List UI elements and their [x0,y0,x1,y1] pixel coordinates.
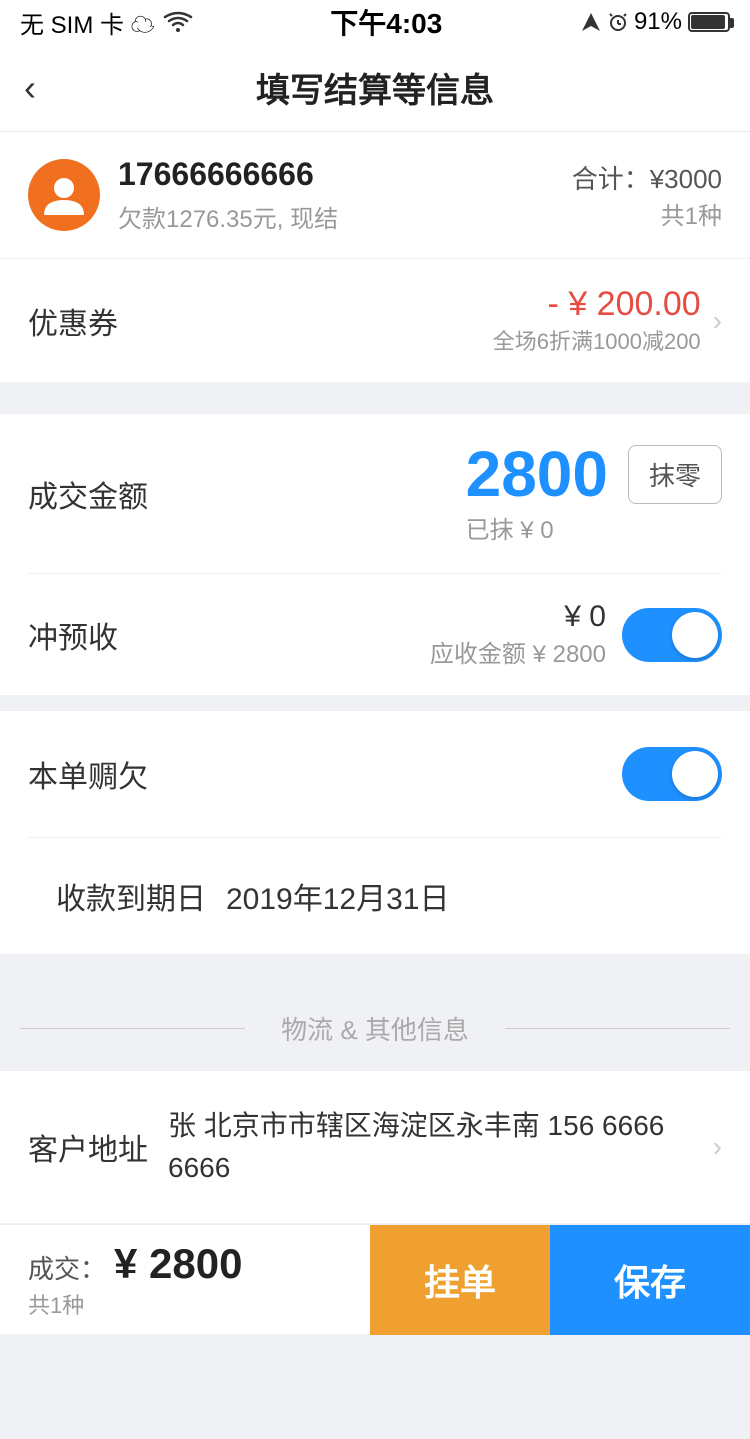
customer-phone: 17666666666 [118,156,338,193]
amount-value: 2800 [466,442,608,506]
coupon-chevron-icon: › [713,305,722,337]
customer-subtext: 欠款1276.35元, 现结 [118,199,338,234]
chong-label: 冲预收 [28,613,118,657]
status-left: 无 SIM 卡 ☁ [20,5,193,40]
bendan-label: 本单赒欠 [28,752,148,796]
round-button[interactable]: 抹零 [628,445,722,504]
address-value: 张 北京市市辖区海淀区永丰南 156 6666 6666 [168,1105,709,1189]
chong-sub: 应收金额 ¥ 2800 [430,634,606,669]
toggle-knob [672,612,718,658]
battery-percent: 91% [634,8,682,36]
logistics-divider: 物流 & 其他信息 [0,986,750,1071]
bendan-toggle[interactable] [622,747,722,801]
amount-sub: 已抹 ¥ 0 [466,510,722,545]
total-label: 合计：¥3000 [572,159,722,196]
user-icon [39,170,89,220]
chong-toggle[interactable] [622,608,722,662]
coupon-desc: 全场6折满1000减200 [493,324,701,356]
wifi-icon [163,11,193,33]
coupon-label: 优惠券 [28,299,118,343]
coupon-row[interactable]: 优惠券 - ¥ 200.00 全场6折满1000减200 › [0,258,750,382]
logistics-text: 物流 & 其他信息 [281,1010,469,1047]
total-count: 共1种 [572,196,722,231]
address-row[interactable]: 客户地址 张 北京市市辖区海淀区永丰南 156 6666 6666 › [28,1071,722,1223]
back-button[interactable]: ‹ [24,67,36,109]
due-row: 收款到期日 2019年12月31日 [56,838,694,954]
address-label: 客户地址 [28,1125,148,1169]
bottom-count: 共1种 [28,1288,342,1320]
bendan-section: 本单赒欠 收款到期日 2019年12月31日 [0,711,750,954]
separator-2 [0,970,750,986]
chong-amount: ¥ 0 [430,600,606,634]
amount-label: 成交金额 [28,472,148,516]
hang-button[interactable]: 挂单 [370,1225,550,1335]
battery-icon [688,12,730,32]
coupon-amount: - ¥ 200.00 [493,285,701,324]
save-button[interactable]: 保存 [550,1225,750,1335]
status-bar: 无 SIM 卡 ☁ 下午4:03 91% [0,0,750,44]
due-section: 收款到期日 2019年12月31日 [28,837,722,954]
avatar [28,159,100,231]
amount-row: 成交金额 2800 抹零 已抹 ¥ 0 [28,414,722,573]
customer-row: 17666666666 欠款1276.35元, 现结 合计：¥3000 共1种 [0,132,750,258]
status-right: 91% [580,8,730,36]
sim-label: 无 SIM 卡 ☁ [20,5,155,40]
bottom-deal-label: 成交： [28,1249,106,1286]
status-time: 下午4:03 [330,2,442,42]
separator-1 [0,695,750,711]
page-title: 填写结算等信息 [256,63,494,112]
customer-section: 17666666666 欠款1276.35元, 现结 合计：¥3000 共1种 … [0,132,750,382]
alarm-icon [608,12,628,32]
bendan-row: 本单赒欠 [28,711,722,837]
bottom-amount: ¥ 2800 [114,1240,242,1288]
amount-section: 成交金额 2800 抹零 已抹 ¥ 0 冲预收 ¥ 0 应收金额 ¥ 2800 [0,414,750,695]
due-label: 收款到期日 [56,874,206,918]
location-icon [580,11,602,33]
due-date: 2019年12月31日 [226,874,449,918]
divider-1 [0,398,750,414]
bottom-bar: 成交： ¥ 2800 共1种 挂单 保存 [0,1224,750,1334]
address-section: 客户地址 张 北京市市辖区海淀区永丰南 156 6666 6666 › [0,1071,750,1223]
chong-row: 冲预收 ¥ 0 应收金额 ¥ 2800 [28,573,722,695]
page-header: ‹ 填写结算等信息 [0,44,750,132]
address-chevron-icon: › [713,1131,722,1163]
bendan-toggle-knob [672,751,718,797]
